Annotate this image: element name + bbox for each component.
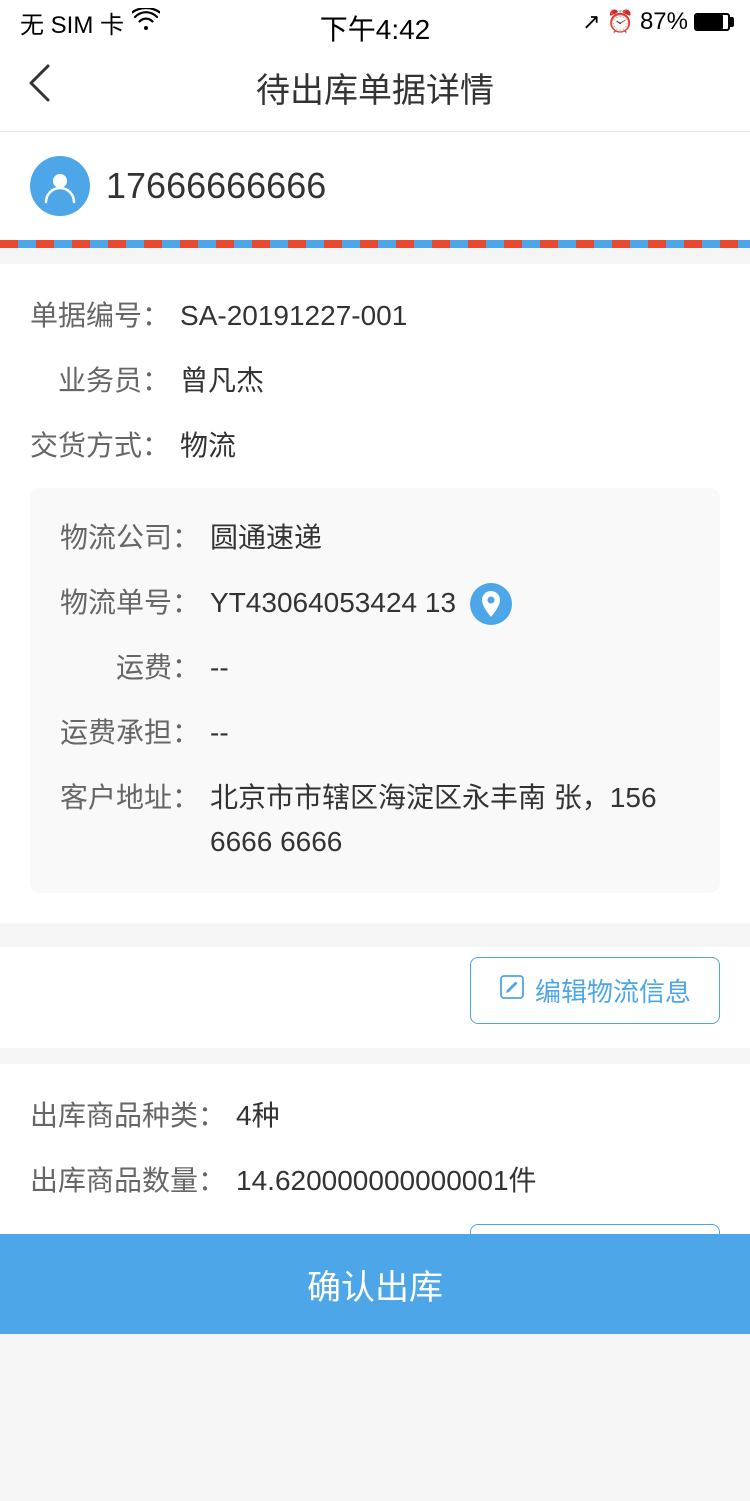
delivery-method-value: 物流: [170, 424, 720, 469]
status-right: ↗ ⏰ 87%: [582, 8, 730, 36]
bottom-spacer: [0, 1321, 750, 1501]
logistics-company-value: 圆通速递: [200, 516, 690, 561]
customer-header: 17666666666: [0, 132, 750, 240]
logistics-card: 物流公司： 圆通速递 物流单号： YT43064053424 13 运费： --…: [30, 488, 720, 893]
type-count-row: 出库商品种类： 4种: [30, 1094, 720, 1139]
address-row: 客户地址： 北京市市辖区海淀区永丰南 张，156 6666 6666: [60, 776, 690, 866]
customer-phone: 17666666666: [106, 165, 326, 207]
gps-icon: ↗: [582, 9, 600, 35]
quantity-label: 出库商品数量：: [30, 1159, 226, 1204]
wifi-icon: [132, 8, 160, 37]
tracking-no-text: YT43064053424 13: [210, 581, 456, 626]
person-icon: [42, 168, 78, 204]
order-no-row: 单据编号： SA-20191227-001: [30, 294, 720, 339]
alarm-icon: ⏰: [607, 9, 634, 35]
status-bar: 无 SIM 卡 下午4:42 ↗ ⏰ 87%: [0, 0, 750, 44]
quantity-value: 14.620000000000001件: [226, 1159, 720, 1204]
tracking-no-label: 物流单号：: [60, 581, 200, 626]
dashed-divider: [0, 240, 750, 248]
logistics-company-row: 物流公司： 圆通速递: [60, 516, 690, 561]
carrier-label: 无 SIM 卡: [20, 5, 124, 40]
edit-logistics-btn-wrap: 编辑物流信息: [0, 947, 750, 1048]
freight-label: 运费：: [60, 646, 200, 691]
confirm-bar[interactable]: 确认出库: [0, 1234, 750, 1334]
freight-value: --: [200, 646, 690, 691]
battery-label: 87%: [640, 8, 688, 36]
address-value: 北京市市辖区海淀区永丰南 张，156 6666 6666: [200, 776, 690, 866]
order-no-value: SA-20191227-001: [170, 294, 720, 339]
salesperson-row: 业务员： 曾凡杰: [30, 359, 720, 404]
order-no-label: 单据编号：: [30, 294, 170, 339]
order-info-section: 单据编号： SA-20191227-001 业务员： 曾凡杰 交货方式： 物流 …: [0, 264, 750, 923]
quantity-row: 出库商品数量： 14.620000000000001件: [30, 1159, 720, 1204]
status-left: 无 SIM 卡: [20, 5, 160, 40]
freight-bearer-value: --: [200, 711, 690, 756]
edit-icon: [499, 974, 525, 1007]
delivery-method-label: 交货方式：: [30, 424, 170, 469]
section-separator: [0, 1048, 750, 1064]
salesperson-value: 曾凡杰: [170, 359, 720, 404]
type-count-value: 4种: [226, 1094, 720, 1139]
logistics-company-label: 物流公司：: [60, 516, 200, 561]
edit-logistics-label: 编辑物流信息: [535, 972, 691, 1009]
page-title: 待出库单据详情: [256, 63, 494, 112]
location-icon: [480, 591, 502, 617]
salesperson-label: 业务员：: [30, 359, 170, 404]
edit-logistics-button[interactable]: 编辑物流信息: [470, 957, 720, 1024]
tracking-no-value: YT43064053424 13: [200, 581, 690, 626]
tracking-no-row: 物流单号： YT43064053424 13: [60, 581, 690, 626]
avatar: [30, 156, 90, 216]
freight-bearer-row: 运费承担： --: [60, 711, 690, 756]
location-icon-button[interactable]: [470, 583, 512, 625]
nav-bar: 待出库单据详情: [0, 44, 750, 132]
goods-section: 出库商品种类： 4种 出库商品数量： 14.620000000000001件: [0, 1064, 750, 1224]
address-label: 客户地址：: [60, 776, 200, 821]
freight-row: 运费： --: [60, 646, 690, 691]
confirm-button-label: 确认出库: [307, 1260, 443, 1309]
back-button[interactable]: [28, 64, 50, 111]
battery-icon: [694, 13, 730, 31]
type-count-label: 出库商品种类：: [30, 1094, 226, 1139]
delivery-method-row: 交货方式： 物流: [30, 424, 720, 469]
freight-bearer-label: 运费承担：: [60, 711, 200, 756]
status-time: 下午4:42: [320, 8, 431, 48]
